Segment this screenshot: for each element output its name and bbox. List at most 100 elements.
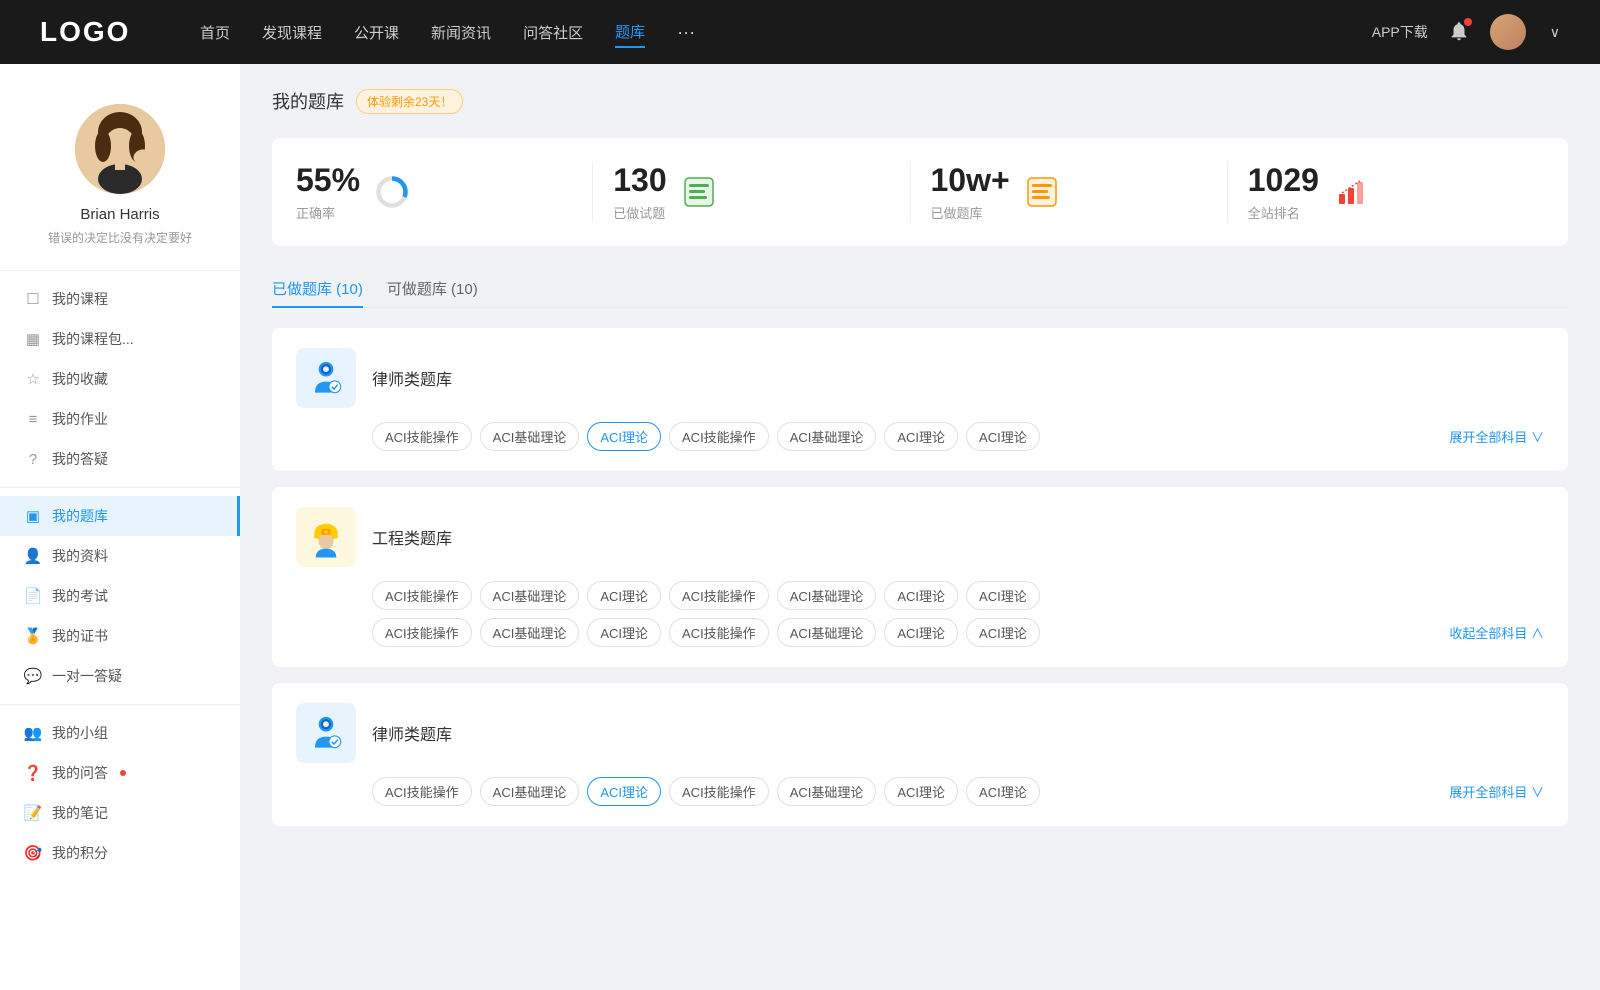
tag-1-2[interactable]: ACI理论 <box>587 422 661 451</box>
sidebar-item-collection[interactable]: ☆ 我的收藏 <box>0 359 240 399</box>
tag-2-13[interactable]: ACI理论 <box>966 618 1040 647</box>
expand-btn-3[interactable]: 展开全部科目 ∨ <box>1449 782 1544 801</box>
tag-2-1[interactable]: ACI基础理论 <box>480 581 580 610</box>
sidebar-item-profile[interactable]: 👤 我的资料 <box>0 536 240 576</box>
sidebar-item-notes[interactable]: 📝 我的笔记 <box>0 793 240 833</box>
header-right: APP下载 ∨ <box>1372 14 1560 50</box>
collapse-btn-2[interactable]: 收起全部科目 ∧ <box>1449 623 1544 642</box>
tag-3-0[interactable]: ACI技能操作 <box>372 777 472 806</box>
sidebar-item-homework[interactable]: ≡ 我的作业 <box>0 399 240 439</box>
nav-discover[interactable]: 发现课程 <box>262 18 322 47</box>
trial-badge: 体验剩余23天！ <box>356 89 463 114</box>
sidebar-divider-1 <box>0 270 240 271</box>
sidebar-item-bank[interactable]: ▣ 我的题库 <box>0 496 237 536</box>
note-icon: 📝 <box>24 804 42 822</box>
sidebar-item-qa[interactable]: ? 我的答疑 <box>0 439 240 479</box>
qbank-card-2-tags-row1: ACI技能操作 ACI基础理论 ACI理论 ACI技能操作 ACI基础理论 AC… <box>372 581 1544 610</box>
sidebar-item-group-label: 我的小组 <box>52 723 108 743</box>
lawyer-icon-1 <box>296 348 356 408</box>
tag-3-1[interactable]: ACI基础理论 <box>480 777 580 806</box>
tag-2-7[interactable]: ACI技能操作 <box>372 618 472 647</box>
qbank-card-3: 律师类题库 ACI技能操作 ACI基础理论 ACI理论 ACI技能操作 ACI基… <box>272 683 1568 826</box>
chat-icon: 💬 <box>24 667 42 685</box>
nav-open-course[interactable]: 公开课 <box>354 18 399 47</box>
tag-2-0[interactable]: ACI技能操作 <box>372 581 472 610</box>
sidebar-item-course[interactable]: ☐ 我的课程 <box>0 279 240 319</box>
tab-done-banks[interactable]: 已做题库 (10) <box>272 270 363 307</box>
sidebar-item-package-label: 我的课程包... <box>52 329 134 349</box>
bank-icon: ▣ <box>24 507 42 525</box>
tag-1-1[interactable]: ACI基础理论 <box>480 422 580 451</box>
stat-accuracy-label: 正确率 <box>296 203 360 222</box>
tag-1-5[interactable]: ACI理论 <box>884 422 958 451</box>
user-profile: Brian Harris 错误的决定比没有决定要好 <box>0 84 240 262</box>
menu-wrapper-bank: ▣ 我的题库 <box>0 496 240 536</box>
tag-3-2[interactable]: ACI理论 <box>587 777 661 806</box>
sidebar-item-points[interactable]: 🎯 我的积分 <box>0 833 240 873</box>
menu-wrapper-profile: 👤 我的资料 <box>0 536 240 576</box>
tag-2-3[interactable]: ACI技能操作 <box>669 581 769 610</box>
score-icon: 🎯 <box>24 844 42 862</box>
list-green-icon <box>679 172 719 212</box>
menu-wrapper-course: ☐ 我的课程 <box>0 279 240 319</box>
tag-2-2[interactable]: ACI理论 <box>587 581 661 610</box>
nav-news[interactable]: 新闻资讯 <box>431 18 491 47</box>
tag-1-3[interactable]: ACI技能操作 <box>669 422 769 451</box>
tag-1-4[interactable]: ACI基础理论 <box>777 422 877 451</box>
user-motto: 错误的决定比没有决定要好 <box>20 229 220 246</box>
tag-2-8[interactable]: ACI基础理论 <box>480 618 580 647</box>
menu-wrapper-homework: ≡ 我的作业 <box>0 399 240 439</box>
nav-home[interactable]: 首页 <box>200 18 230 47</box>
sidebar-item-1on1[interactable]: 💬 一对一答疑 <box>0 656 240 696</box>
menu-wrapper-package: ▦ 我的课程包... <box>0 319 240 359</box>
engineer-icon-2 <box>296 507 356 567</box>
nav-more[interactable]: ··· <box>677 18 695 47</box>
tag-2-5[interactable]: ACI理论 <box>884 581 958 610</box>
sidebar-item-points-label: 我的积分 <box>52 843 108 863</box>
tab-todo-banks[interactable]: 可做题库 (10) <box>387 270 478 307</box>
paper-icon: 📄 <box>24 587 42 605</box>
menu-wrapper-exam: 📄 我的考试 <box>0 576 240 616</box>
menu-wrapper-cert: 🏅 我的证书 <box>0 616 240 656</box>
list-orange-icon <box>1022 172 1062 212</box>
app-download-btn[interactable]: APP下载 <box>1372 22 1428 42</box>
user-icon: 👤 <box>24 547 42 565</box>
tag-3-4[interactable]: ACI基础理论 <box>777 777 877 806</box>
tag-3-5[interactable]: ACI理论 <box>884 777 958 806</box>
question-icon: ? <box>24 450 42 468</box>
sidebar-item-group[interactable]: 👥 我的小组 <box>0 713 240 753</box>
sidebar-item-myqa[interactable]: ❓ 我的问答 <box>0 753 240 793</box>
tag-1-0[interactable]: ACI技能操作 <box>372 422 472 451</box>
header: LOGO 首页 发现课程 公开课 新闻资讯 问答社区 题库 ··· APP下载 … <box>0 0 1600 64</box>
stat-done-questions: 130 已做试题 <box>593 162 910 222</box>
tag-3-3[interactable]: ACI技能操作 <box>669 777 769 806</box>
tag-2-9[interactable]: ACI理论 <box>587 618 661 647</box>
tag-2-10[interactable]: ACI技能操作 <box>669 618 769 647</box>
sidebar-item-cert[interactable]: 🏅 我的证书 <box>0 616 240 656</box>
bar-red-icon <box>1331 172 1371 212</box>
tag-3-6[interactable]: ACI理论 <box>966 777 1040 806</box>
tag-2-4[interactable]: ACI基础理论 <box>777 581 877 610</box>
user-name: Brian Harris <box>20 206 220 223</box>
notification-bell[interactable] <box>1448 20 1470 45</box>
qbank-card-1-header: 律师类题库 <box>296 348 1544 408</box>
menu-wrapper-myqa: ❓ 我的问答 <box>0 753 240 793</box>
sidebar-item-exam[interactable]: 📄 我的考试 <box>0 576 240 616</box>
stat-ranking: 1029 全站排名 <box>1228 162 1544 222</box>
sidebar-item-course-label: 我的课程 <box>52 289 108 309</box>
tag-2-11[interactable]: ACI基础理论 <box>777 618 877 647</box>
tag-1-6[interactable]: ACI理论 <box>966 422 1040 451</box>
user-dropdown-arrow[interactable]: ∨ <box>1550 24 1560 41</box>
tag-2-12[interactable]: ACI理论 <box>884 618 958 647</box>
expand-btn-1[interactable]: 展开全部科目 ∨ <box>1449 427 1544 446</box>
sidebar-item-package[interactable]: ▦ 我的课程包... <box>0 319 240 359</box>
stat-done-banks-label: 已做题库 <box>931 203 1010 222</box>
user-avatar-header[interactable] <box>1490 14 1526 50</box>
file-icon: ☐ <box>24 290 42 308</box>
sidebar-item-homework-label: 我的作业 <box>52 409 108 429</box>
tag-2-6[interactable]: ACI理论 <box>966 581 1040 610</box>
nav-bank[interactable]: 题库 <box>615 17 645 48</box>
stats-section: 55% 正确率 130 已做试题 <box>272 138 1568 246</box>
nav-qa[interactable]: 问答社区 <box>523 18 583 47</box>
stat-done-banks-value: 10w+ <box>931 162 1010 199</box>
